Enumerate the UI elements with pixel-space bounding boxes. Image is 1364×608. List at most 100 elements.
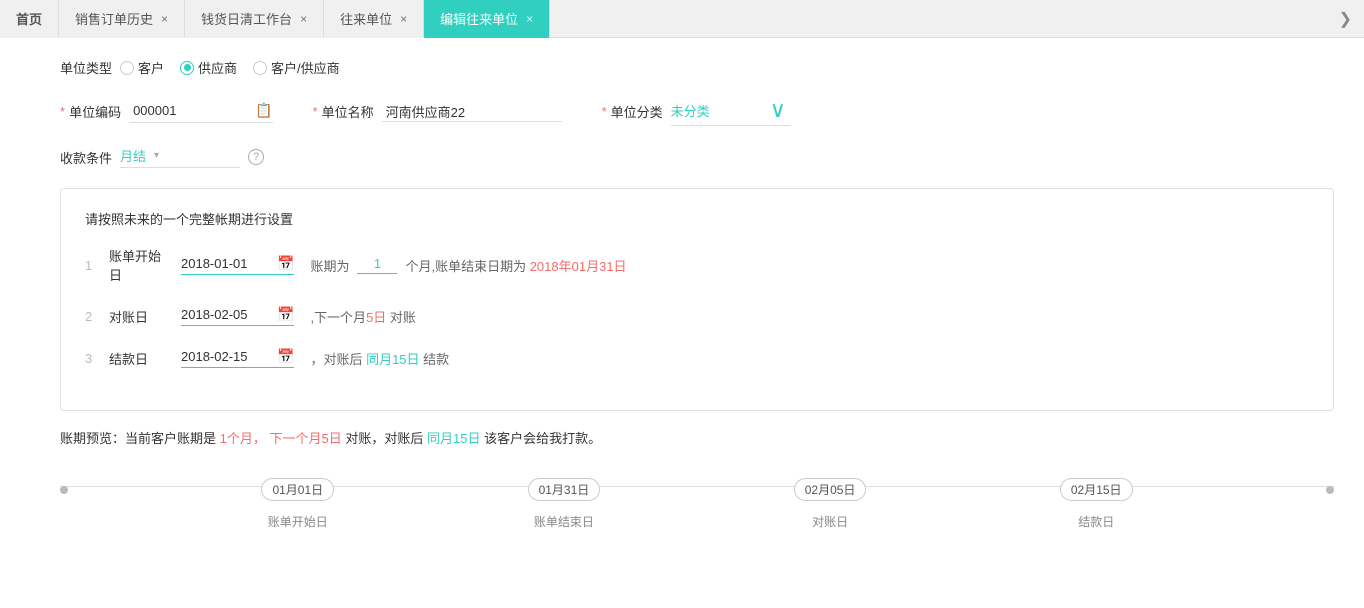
unit-name-label: 单位名称 bbox=[322, 102, 374, 121]
period-row-3-date-wrapper: 📅 bbox=[181, 348, 294, 368]
period-row-2-suffix: ,下一个月5日 对账 bbox=[310, 307, 415, 326]
close-tab-counterpart[interactable]: × bbox=[400, 12, 407, 26]
payment-terms-row: 收款条件 月结 ▾ ? bbox=[60, 146, 1334, 168]
period-row-1-end-date: 2018年01月31日 bbox=[530, 259, 627, 274]
preview-part1: 1个月， bbox=[220, 431, 266, 446]
period-row-3-label: 结款日 bbox=[109, 349, 165, 368]
payment-terms-select-wrapper[interactable]: 月结 ▾ bbox=[120, 146, 240, 168]
period-row-1-num: 1 bbox=[85, 258, 109, 273]
period-row-2-date-input[interactable] bbox=[181, 307, 271, 322]
unit-info-row: * 单位编码 📋 * 单位名称 * 单位分类 未分类 ∨ bbox=[60, 97, 1334, 126]
main-content: 单位类型 客户 供应商 客户/供应商 * 单位编码 bbox=[0, 38, 1364, 608]
period-row-1: 1 账单开始日 📅 账期为 个月,账单结束日期为 2018年01月31日 bbox=[85, 246, 1309, 284]
radio-customer-circle bbox=[120, 61, 134, 75]
payment-terms-help-icon[interactable]: ? bbox=[248, 149, 264, 165]
unit-type-row: 单位类型 客户 供应商 客户/供应商 bbox=[60, 58, 1334, 77]
tab-home-label: 首页 bbox=[16, 9, 42, 28]
timeline-node-1: 01月01日 账单开始日 bbox=[261, 478, 334, 530]
period-row-1-calendar-icon[interactable]: 📅 bbox=[277, 255, 294, 272]
close-tab-sales-order-history[interactable]: × bbox=[161, 12, 168, 26]
period-row-3: 3 结款日 📅 ，对账后 同月15日 结款 bbox=[85, 348, 1309, 368]
unit-code-calendar-icon[interactable]: 📋 bbox=[255, 102, 272, 119]
radio-supplier[interactable]: 供应商 bbox=[180, 58, 237, 77]
tab-edit-counterpart[interactable]: 编辑往来单位 × bbox=[424, 0, 550, 38]
payment-terms-value: 月结 bbox=[120, 146, 146, 165]
period-row-2-num: 2 bbox=[85, 309, 109, 324]
timeline-container: 01月01日 账单开始日 01月31日 账单结束日 02月05日 对账日 02月… bbox=[60, 470, 1334, 550]
unit-category-star: * bbox=[602, 104, 607, 119]
tab-counterpart[interactable]: 往来单位 × bbox=[324, 0, 424, 38]
unit-type-group: 单位类型 客户 供应商 客户/供应商 bbox=[60, 58, 340, 77]
unit-name-input[interactable] bbox=[382, 102, 562, 122]
period-row-3-calendar-icon[interactable]: 📅 bbox=[277, 348, 294, 365]
period-row-2-date-wrapper: 📅 bbox=[181, 306, 294, 326]
tab-sales-order-history-label: 销售订单历史 bbox=[75, 9, 153, 28]
tab-expand-icon[interactable]: ❯ bbox=[1327, 9, 1364, 29]
period-row-3-suffix: ，对账后 同月15日 结款 bbox=[310, 349, 449, 368]
timeline-label-3: 对账日 bbox=[812, 513, 848, 530]
preview-section: 账期预览：当前客户账期是 1个月， 下一个月5日 对账，对账后 同月15日 该客… bbox=[60, 427, 1334, 550]
preview-part3: 同月15日 bbox=[427, 431, 480, 446]
period-row-1-month-input[interactable] bbox=[357, 256, 397, 271]
unit-category-value: 未分类 bbox=[671, 101, 710, 120]
payment-terms-group: 收款条件 月结 ▾ ? bbox=[60, 146, 264, 168]
unit-name-star: * bbox=[313, 104, 318, 119]
preview-label: 账期预览：当前客户账期是 bbox=[60, 431, 216, 446]
period-row-2-highlight: 5日 bbox=[366, 310, 386, 325]
timeline-node-4: 02月15日 结款日 bbox=[1060, 478, 1133, 530]
tab-cash-reconcile[interactable]: 钱货日清工作台 × bbox=[185, 0, 324, 38]
period-row-3-date-input[interactable] bbox=[181, 349, 271, 364]
period-box-title: 请按照未来的一个完整帐期进行设置 bbox=[85, 209, 1309, 228]
unit-code-input[interactable] bbox=[129, 101, 249, 120]
timeline-end-dot bbox=[1326, 486, 1334, 494]
timeline-label-2: 账单结束日 bbox=[534, 513, 594, 530]
unit-code-label: 单位编码 bbox=[69, 102, 121, 121]
unit-code-star: * bbox=[60, 104, 65, 119]
radio-supplier-circle bbox=[180, 61, 194, 75]
timeline-items: 01月01日 账单开始日 01月31日 账单结束日 02月05日 对账日 02月… bbox=[60, 478, 1334, 530]
preview-middle: 对账，对账后 bbox=[345, 431, 423, 446]
tab-cash-reconcile-label: 钱货日清工作台 bbox=[201, 9, 292, 28]
preview-part2: 下一个月5日 bbox=[270, 431, 342, 446]
period-row-1-date-input[interactable] bbox=[181, 256, 271, 271]
period-row-1-suffix-after: 个月,账单结束日期为 2018年01月31日 bbox=[405, 256, 626, 275]
unit-code-group: * 单位编码 📋 bbox=[60, 101, 273, 123]
period-row-1-label: 账单开始日 bbox=[109, 246, 165, 284]
timeline-badge-4: 02月15日 bbox=[1060, 478, 1133, 501]
unit-category-group: * 单位分类 未分类 ∨ bbox=[602, 97, 791, 126]
timeline-badge-2: 01月31日 bbox=[528, 478, 601, 501]
period-row-2: 2 对账日 📅 ,下一个月5日 对账 bbox=[85, 306, 1309, 326]
payment-terms-chevron-icon[interactable]: ▾ bbox=[154, 150, 159, 161]
timeline-node-3: 02月05日 对账日 bbox=[794, 478, 867, 530]
close-tab-edit-counterpart[interactable]: × bbox=[526, 12, 533, 26]
radio-both[interactable]: 客户/供应商 bbox=[253, 58, 340, 77]
tab-home[interactable]: 首页 bbox=[0, 0, 59, 38]
unit-category-select-wrapper[interactable]: 未分类 ∨ bbox=[671, 97, 791, 126]
unit-category-label: 单位分类 bbox=[611, 102, 663, 121]
tab-counterpart-label: 往来单位 bbox=[340, 9, 392, 28]
timeline-start-dot bbox=[60, 486, 68, 494]
period-row-3-highlight: 同月15日 bbox=[366, 352, 419, 367]
unit-name-group: * 单位名称 bbox=[313, 102, 562, 122]
payment-terms-label: 收款条件 bbox=[60, 148, 112, 167]
tab-sales-order-history[interactable]: 销售订单历史 × bbox=[59, 0, 185, 38]
close-tab-cash-reconcile[interactable]: × bbox=[300, 12, 307, 26]
timeline-badge-1: 01月01日 bbox=[261, 478, 334, 501]
tab-edit-counterpart-label: 编辑往来单位 bbox=[440, 9, 518, 28]
timeline-badge-3: 02月05日 bbox=[794, 478, 867, 501]
radio-both-label: 客户/供应商 bbox=[271, 58, 340, 77]
period-row-1-month-wrapper bbox=[357, 256, 397, 274]
timeline-label-1: 账单开始日 bbox=[268, 513, 328, 530]
period-settings-box: 请按照未来的一个完整帐期进行设置 1 账单开始日 📅 账期为 个月,账单结束日期… bbox=[60, 188, 1334, 411]
unit-type-label: 单位类型 bbox=[60, 58, 112, 77]
radio-group-unit-type: 客户 供应商 客户/供应商 bbox=[120, 58, 340, 77]
radio-supplier-label: 供应商 bbox=[198, 58, 237, 77]
radio-customer[interactable]: 客户 bbox=[120, 58, 164, 77]
radio-customer-label: 客户 bbox=[138, 58, 164, 77]
period-row-2-calendar-icon[interactable]: 📅 bbox=[277, 306, 294, 323]
period-row-1-suffix-before: 账期为 bbox=[310, 256, 349, 275]
unit-category-dropdown-icon[interactable]: ∨ bbox=[770, 97, 786, 123]
period-row-2-label: 对账日 bbox=[109, 307, 165, 326]
period-row-3-num: 3 bbox=[85, 351, 109, 366]
tabs-bar: 首页 销售订单历史 × 钱货日清工作台 × 往来单位 × 编辑往来单位 × ❯ bbox=[0, 0, 1364, 38]
